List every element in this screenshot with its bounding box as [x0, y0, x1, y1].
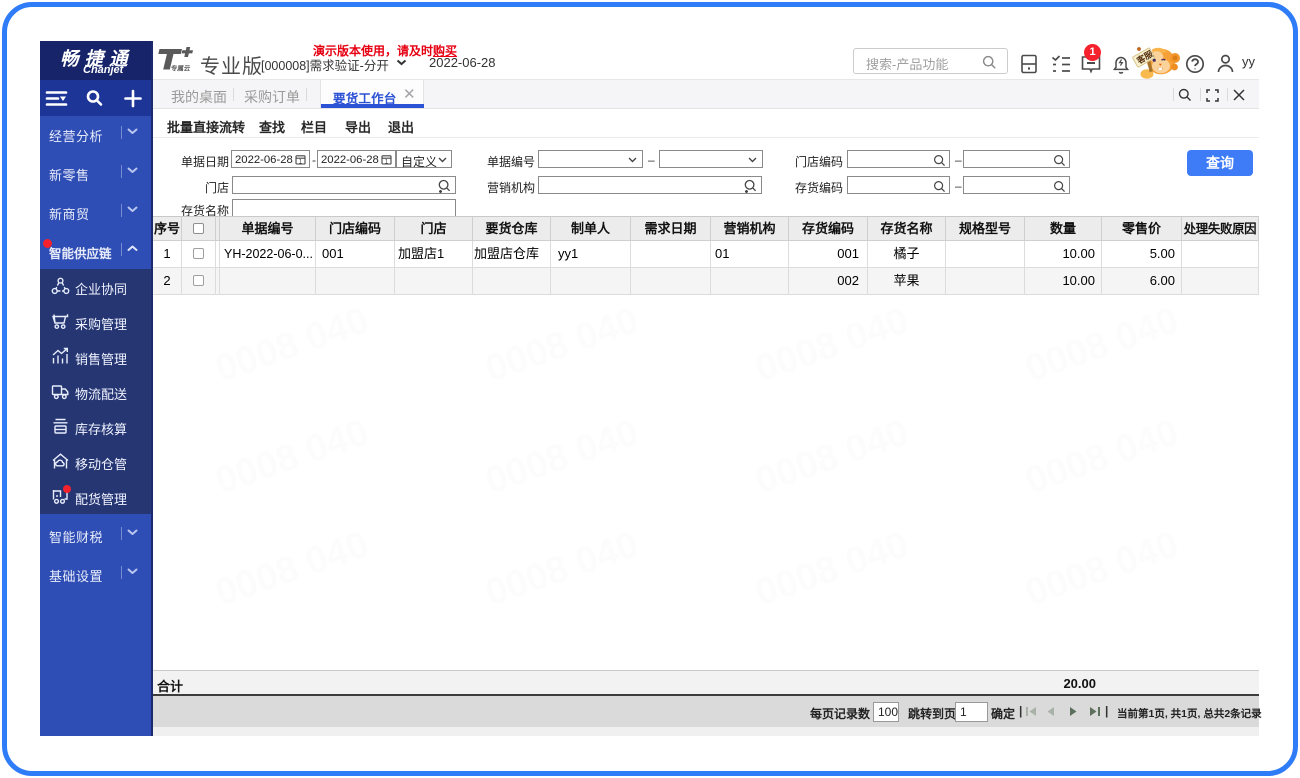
svg-text:专属云: 专属云	[170, 64, 191, 73]
